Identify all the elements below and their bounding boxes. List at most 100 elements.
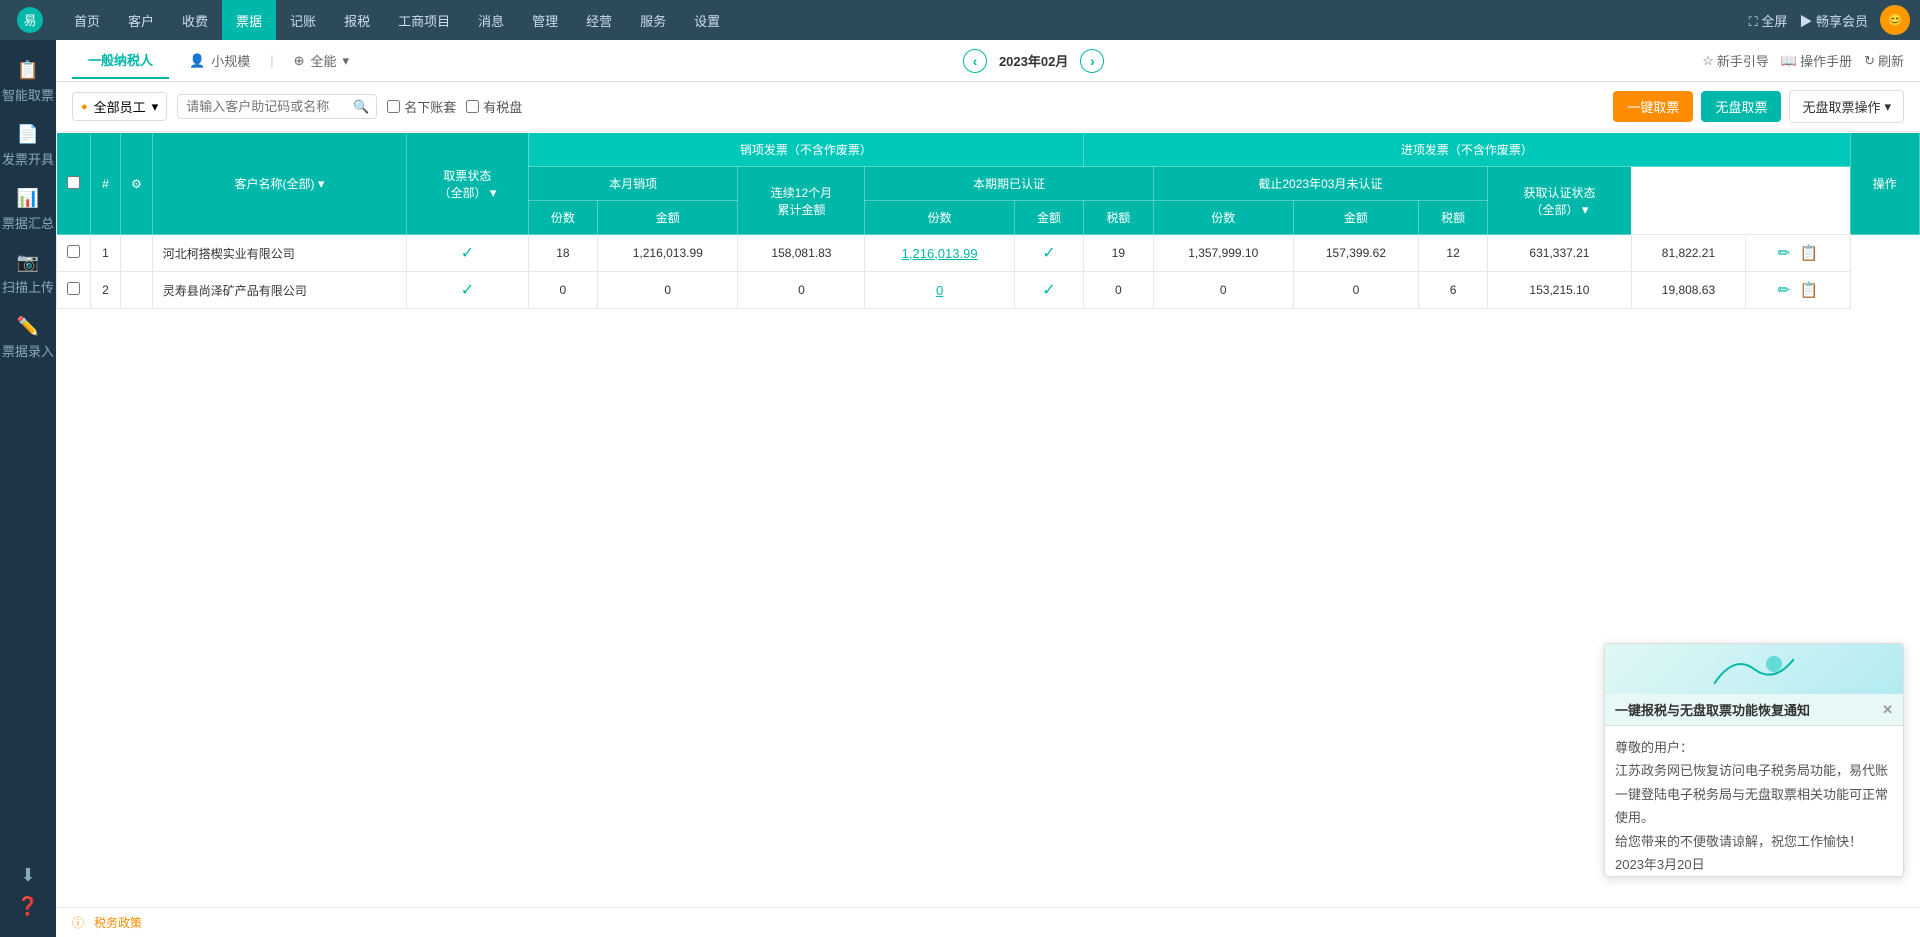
col-group-incoming: 进项发票（不含作废票） [1084, 133, 1850, 167]
tax-policy-link[interactable]: 税务政策 [94, 914, 142, 931]
sidebar-item-open-invoice[interactable]: 📄 发票开具 [0, 114, 56, 178]
tab-bar-actions: ☆ 新手引导 📖 操作手册 ↻ 刷新 [1702, 51, 1904, 70]
filter-icon3[interactable]: ▾ [1582, 202, 1589, 217]
select-all-checkbox[interactable] [67, 176, 80, 189]
nav-service[interactable]: 服务 [626, 0, 680, 40]
row2-checkbox[interactable] [67, 282, 80, 295]
tax-info-icon: ⓘ [72, 914, 84, 931]
col-index: # [91, 133, 121, 235]
row-settings [121, 272, 153, 309]
row-checkbox[interactable] [57, 235, 91, 272]
col-action-header: 操作 [1850, 133, 1920, 235]
notification-title: 一键报税与无盘取票功能恢复通知 [1615, 700, 1810, 719]
nav-settings[interactable]: 设置 [680, 0, 734, 40]
filter-icon[interactable]: ▾ [318, 176, 325, 191]
cert-status: ✓ [1014, 235, 1083, 272]
row1-checkbox[interactable] [67, 245, 80, 258]
nav-business[interactable]: 工商项目 [384, 0, 464, 40]
toolbar-right: 一键取票 无盘取票 无盘取票操作 ▾ [1613, 90, 1904, 123]
cert-tax: 0 [1293, 272, 1418, 309]
col-uncert-amount: 金额 [1293, 201, 1418, 235]
chevron-down-icon: ▾ [343, 53, 350, 69]
no-disk-ops-btn[interactable]: 无盘取票操作 ▾ [1789, 90, 1904, 123]
notification-popup: 一键报税与无盘取票功能恢复通知 ✕ 尊敬的用户： 江苏政务网已恢复访问电子税务局… [1604, 643, 1904, 877]
fullscreen-btn[interactable]: ⛶ 全屏 [1749, 11, 1788, 30]
cumulative-amount[interactable]: 0 [865, 272, 1014, 309]
sidebar-item-summary[interactable]: 📊 票据汇总 [0, 178, 56, 242]
nav-home[interactable]: 首页 [60, 0, 114, 40]
cumulative-link[interactable]: 0 [936, 283, 943, 298]
sidebar-item-entry[interactable]: ✏️ 票据录入 [0, 306, 56, 370]
notification-deco [1605, 644, 1903, 694]
filter-icon2[interactable]: ▾ [490, 185, 497, 200]
user-avatar[interactable]: 😊 [1880, 5, 1910, 35]
copy-icon[interactable]: 📋 [1800, 282, 1819, 299]
manual-btn[interactable]: 📖 操作手册 [1781, 51, 1852, 70]
refresh-btn[interactable]: ↻ 刷新 [1864, 51, 1904, 70]
row-checkbox[interactable] [57, 272, 91, 309]
nav-manage[interactable]: 管理 [518, 0, 572, 40]
edit-icon[interactable]: ✏ [1778, 282, 1791, 299]
row-index: 2 [91, 272, 121, 309]
tab-general-taxpayer[interactable]: 一般纳税人 [72, 42, 169, 79]
col-cumulative: 连续12个月累计金额 [738, 167, 865, 235]
sidebar-help-icon[interactable]: ❓ [17, 896, 39, 917]
customer-name: 灵寿县尚泽矿产品有限公司 [152, 272, 406, 309]
tax-disk-filter-checkbox[interactable] [466, 100, 479, 113]
nav-invoice[interactable]: 票据 [222, 0, 276, 40]
col-cert-tax: 税额 [1084, 201, 1153, 235]
search-icon[interactable]: 🔍 [353, 99, 369, 115]
period-prev-btn[interactable]: ‹ [963, 49, 987, 73]
row-actions: ✏ 📋 [1746, 235, 1850, 272]
no-disk-fetch-btn[interactable]: 无盘取票 [1701, 91, 1781, 122]
nav-message[interactable]: 消息 [464, 0, 518, 40]
notification-body: 尊敬的用户： 江苏政务网已恢复访问电子税务局功能，易代账一键登陆电子税务局与无盘… [1605, 726, 1903, 876]
nav-tax[interactable]: 报税 [330, 0, 384, 40]
tab-divider: | [270, 53, 273, 68]
uncert-amount: 631,337.21 [1488, 235, 1631, 272]
dropdown-chevron-icon: ▾ [1884, 99, 1891, 115]
uncert-amount: 153,215.10 [1488, 272, 1631, 309]
nav-business2[interactable]: 经营 [572, 0, 626, 40]
sidebar-download-icon[interactable]: ⬇ [20, 865, 35, 886]
one-click-fetch-btn[interactable]: 一键取票 [1613, 91, 1693, 122]
copy-icon[interactable]: 📋 [1800, 245, 1819, 262]
search-input[interactable] [177, 94, 377, 119]
sidebar-item-smart-fetch[interactable]: 📋 智能取票 [0, 50, 56, 114]
cumulative-amount[interactable]: 1,216,013.99 [865, 235, 1014, 272]
notification-scroll[interactable]: 尊敬的用户： 江苏政务网已恢复访问电子税务局功能，易代账一键登陆电子税务局与无盘… [1605, 726, 1903, 876]
cert-status: ✓ [1014, 272, 1083, 309]
member-btn[interactable]: ▶ 畅享会员 [1799, 11, 1868, 30]
left-sidebar: 📋 智能取票 📄 发票开具 📊 票据汇总 📷 扫描上传 ✏️ 票据录入 ⬇ ❓ [0, 40, 56, 937]
col-customer-name: 客户名称(全部) ▾ [152, 133, 406, 235]
tab-all[interactable]: ⊕ 全能 ▾ [278, 43, 365, 78]
account-filter-label[interactable]: 名下账套 [387, 97, 456, 116]
cumulative-link[interactable]: 1,216,013.99 [902, 246, 978, 261]
account-filter-checkbox[interactable] [387, 100, 400, 113]
tax-disk-filter-label[interactable]: 有税盘 [466, 97, 522, 116]
edit-icon[interactable]: ✏ [1778, 245, 1791, 262]
cert-amount: 0 [1153, 272, 1293, 309]
sidebar-item-scan[interactable]: 📷 扫描上传 [0, 242, 56, 306]
period-next-btn[interactable]: › [1080, 49, 1104, 73]
col-settings[interactable]: ⚙ [121, 133, 153, 235]
month-tax: 0 [738, 272, 865, 309]
uncert-count: 6 [1418, 272, 1487, 309]
fetch-status: ✓ [407, 272, 529, 309]
app-logo: 易 [10, 0, 50, 40]
table-row: 1 河北柯搭楔实业有限公司 ✓ 18 1,216,013.99 158,081.… [57, 235, 1920, 272]
nav-customer[interactable]: 客户 [114, 0, 168, 40]
col-cert-count: 份数 [865, 201, 1014, 235]
notification-close-btn[interactable]: ✕ [1882, 702, 1893, 718]
nav-fee[interactable]: 收费 [168, 0, 222, 40]
nav-bookkeeping[interactable]: 记账 [276, 0, 330, 40]
col-checkbox [57, 133, 91, 235]
new-guide-btn[interactable]: ☆ 新手引导 [1702, 51, 1769, 70]
tab-small-scale[interactable]: 👤 小规模 [173, 43, 266, 78]
employee-filter[interactable]: ● 全部员工 ▾ [72, 92, 167, 121]
col-cert-amount: 金额 [1014, 201, 1083, 235]
open-invoice-icon: 📄 [17, 124, 39, 145]
toolbar: ● 全部员工 ▾ 🔍 名下账套 有税盘 一键取票 无盘取票 无盘取票操作 ▾ [56, 82, 1920, 132]
all-icon: ⊕ [294, 53, 305, 69]
col-group-outgoing: 销项发票（不含作废票） [528, 133, 1083, 167]
